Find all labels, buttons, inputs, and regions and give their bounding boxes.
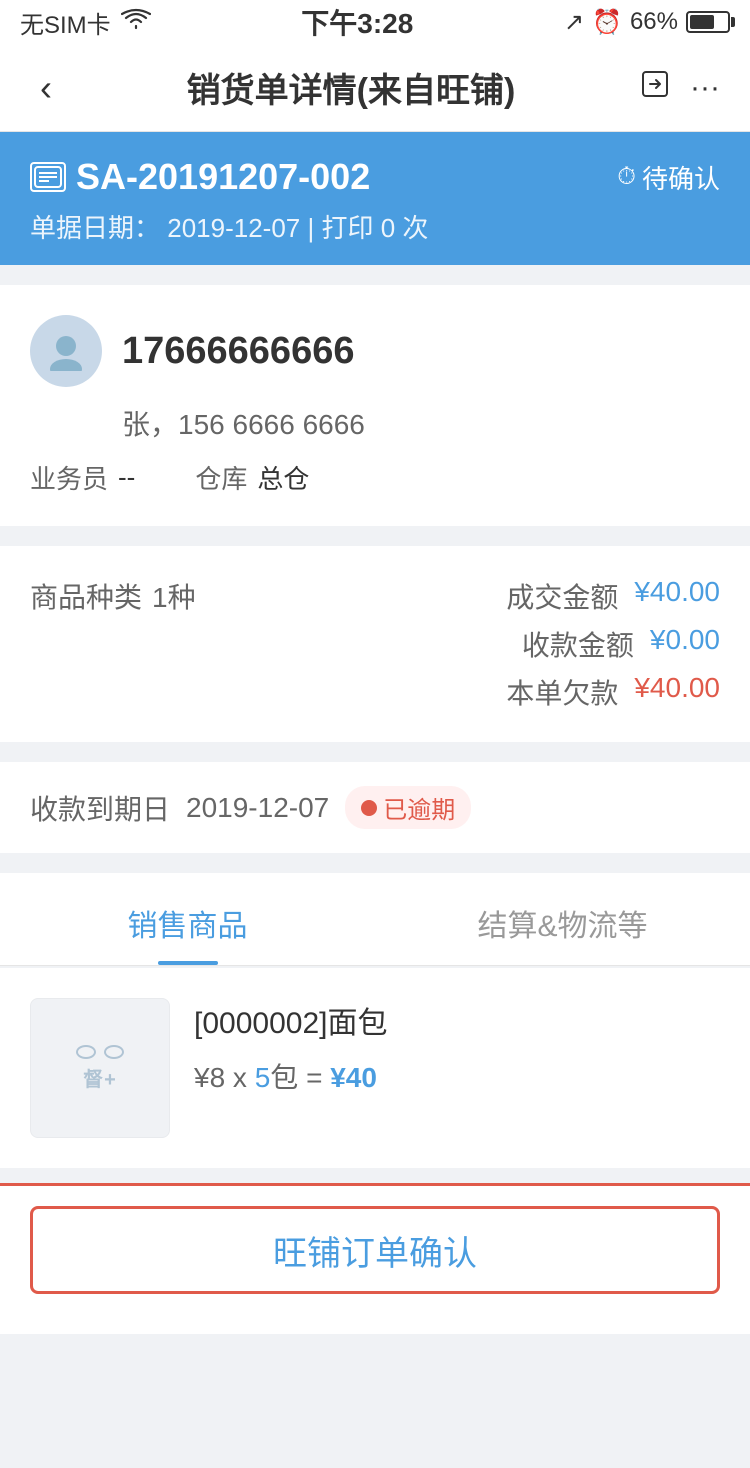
product-logo-eye-left	[76, 1045, 96, 1059]
amount-value: ¥40.00	[634, 576, 720, 616]
balance-row: 本单欠款 ¥40.00	[506, 672, 720, 712]
info-card: 商品种类 1种 成交金额 ¥40.00 收款金额 ¥0.00 本单欠款 ¥40.…	[0, 546, 750, 742]
product-card: 督+ [0000002]面包 ¥8 x 5包 = ¥40	[0, 968, 750, 1168]
location-icon: ↗	[564, 8, 584, 37]
tabs: 销售商品 结算&物流等	[0, 873, 750, 966]
battery-percent: 66%	[630, 8, 678, 36]
tab-sales-products[interactable]: 销售商品	[0, 873, 375, 965]
amount-row: 成交金额 ¥40.00	[506, 576, 720, 616]
status-bar: 无SIM卡 下午3:28 ↗ ⏰ 66%	[0, 0, 750, 44]
balance-label: 本单欠款	[506, 672, 618, 712]
customer-avatar	[30, 315, 102, 387]
product-image: 督+	[30, 998, 170, 1138]
product-total: ¥40	[330, 1062, 377, 1093]
balance-value: ¥40.00	[634, 672, 720, 712]
order-status-badge: ⏱ 待确认	[617, 159, 720, 196]
product-name: [0000002]面包	[194, 998, 720, 1042]
received-row: 收款金额 ¥0.00	[522, 624, 720, 664]
due-date-value: 2019-12-07	[186, 792, 329, 824]
overdue-badge: 已逾期	[345, 786, 471, 829]
product-qty: 5	[255, 1062, 271, 1093]
wifi-icon	[121, 8, 151, 37]
battery-icon	[686, 11, 730, 33]
order-date: 单据日期： 2019-12-07 | 打印 0 次	[30, 208, 720, 245]
back-button[interactable]: ‹	[30, 57, 62, 119]
order-number: SA-20191207-002	[30, 156, 370, 198]
header-top: SA-20191207-002 ⏱ 待确认	[30, 156, 720, 198]
amount-label: 成交金额	[506, 576, 618, 616]
nav-bar: ‹ 销货单详情(来自旺铺) ···	[0, 44, 750, 132]
overdue-dot-icon	[361, 800, 377, 816]
clock-icon: ⏱	[617, 163, 636, 191]
price-label: ¥8 x	[194, 1062, 255, 1093]
status-label: 待确认	[642, 159, 720, 196]
customer-meta: 业务员 -- 仓库 总仓	[30, 459, 720, 496]
bottom-bar: 旺铺订单确认	[0, 1183, 750, 1334]
tab-settlement[interactable]: 结算&物流等	[375, 873, 750, 965]
product-info: [0000002]面包 ¥8 x 5包 = ¥40	[194, 998, 720, 1096]
status-left: 无SIM卡	[20, 5, 151, 40]
equals-sign: =	[298, 1062, 330, 1093]
overdue-label: 已逾期	[383, 790, 455, 825]
due-date-card: 收款到期日 2019-12-07 已逾期	[0, 762, 750, 853]
status-time: 下午3:28	[301, 2, 413, 42]
more-button[interactable]: ···	[690, 71, 720, 105]
status-right: ↗ ⏰ 66%	[564, 8, 730, 37]
carrier-text: 无SIM卡	[20, 5, 111, 40]
due-date-label: 收款到期日	[30, 788, 170, 828]
confirm-order-button[interactable]: 旺铺订单确认	[30, 1206, 720, 1294]
category-row: 商品种类 1种	[30, 576, 196, 616]
customer-top: 17666666666	[30, 315, 720, 387]
category-value: 1种	[152, 576, 196, 616]
share-button[interactable]	[640, 69, 670, 107]
order-icon	[30, 162, 66, 192]
page-title: 销货单详情(来自旺铺)	[187, 63, 516, 112]
product-logo-eyes	[76, 1045, 124, 1059]
alarm-icon: ⏰	[592, 8, 622, 37]
qty-unit: 包	[270, 1062, 298, 1093]
order-header: SA-20191207-002 ⏱ 待确认 单据日期： 2019-12-07 |…	[0, 132, 750, 265]
product-logo: 督+	[76, 1045, 124, 1092]
category-label: 商品种类	[30, 576, 142, 616]
received-value: ¥0.00	[650, 624, 720, 664]
nav-actions: ···	[640, 69, 720, 107]
customer-phone: 17666666666	[122, 330, 354, 373]
product-price: ¥8 x 5包 = ¥40	[194, 1056, 720, 1096]
info-left: 商品种类 1种	[30, 576, 196, 616]
info-right: 成交金额 ¥40.00 收款金额 ¥0.00 本单欠款 ¥40.00	[506, 576, 720, 712]
customer-card: 17666666666 张，156 6666 6666 业务员 -- 仓库 总仓	[0, 285, 750, 526]
customer-name: 张，156 6666 6666	[30, 403, 720, 443]
product-logo-text: 督+	[83, 1063, 117, 1092]
warehouse: 仓库 总仓	[195, 459, 309, 496]
received-label: 收款金额	[522, 624, 634, 664]
sales-person: 业务员 --	[30, 459, 135, 496]
product-logo-eye-right	[104, 1045, 124, 1059]
